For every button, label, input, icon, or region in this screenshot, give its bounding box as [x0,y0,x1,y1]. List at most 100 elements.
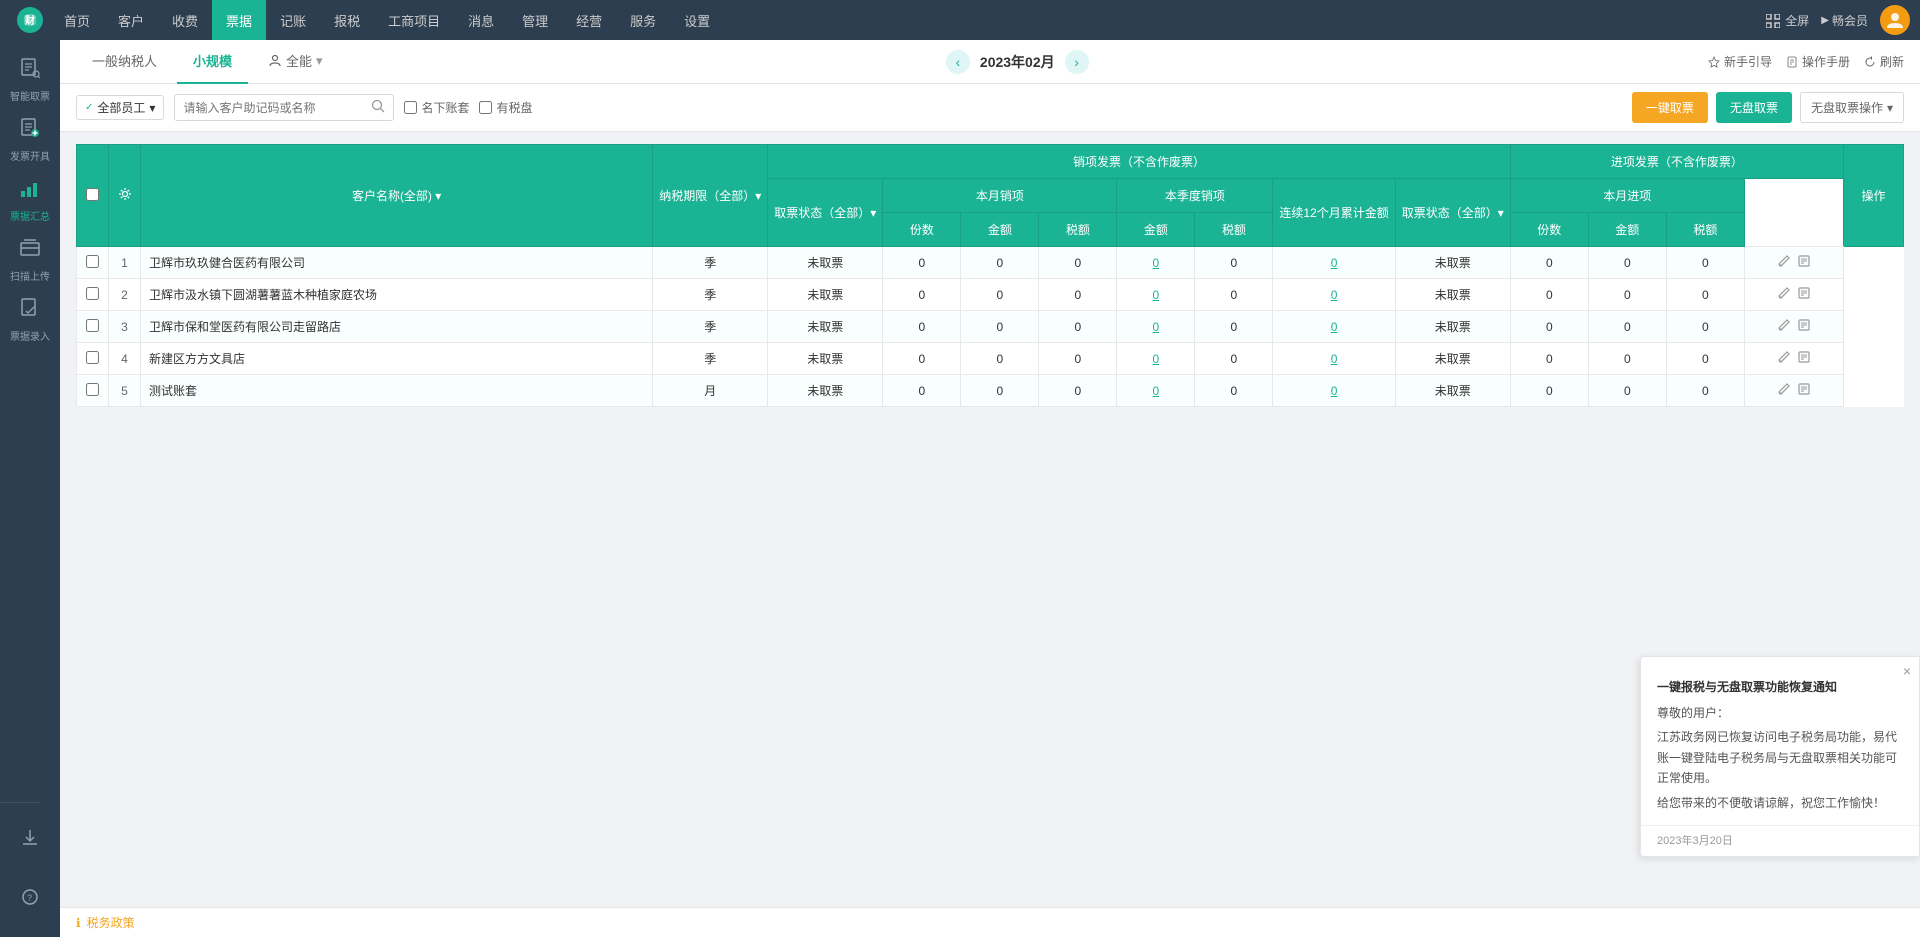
employee-filter[interactable]: ✓ 全部员工 ▾ [76,95,164,120]
row-checkbox-cell [77,343,109,375]
header-customer[interactable]: 客户名称(全部) ▾ [141,145,653,247]
refresh-button[interactable]: 刷新 [1864,53,1904,70]
row-sales-status: 未取票 [768,247,883,279]
row-sales-cumulative: 0 [1273,279,1395,311]
period-prev-button[interactable]: ‹ [946,50,970,74]
mine-checkbox[interactable] [404,101,417,114]
tax-disk-checkbox-label[interactable]: 有税盘 [479,99,532,116]
diskless-op-dropdown[interactable]: 无盘取票操作 ▾ [1800,92,1904,123]
tab-all[interactable]: 全能 ▾ [252,40,339,84]
diskless-fetch-button[interactable]: 无盘取票 [1716,92,1792,123]
notification-panel: × 一键报税与无盘取票功能恢复通知 尊敬的用户： 江苏政务网已恢复访问电子税务局… [1640,656,1920,857]
row-purchase-monthly-tax: 0 [1666,247,1744,279]
row-purchase-monthly-tax: 0 [1666,375,1744,407]
notification-scroll[interactable]: 一键报税与无盘取票功能恢复通知 尊敬的用户： 江苏政务网已恢复访问电子税务局功能… [1641,657,1919,856]
row-checkbox[interactable] [86,255,99,268]
row-number: 1 [109,247,141,279]
row-edit-icon[interactable] [1777,350,1791,367]
nav-settings[interactable]: 设置 [670,0,724,40]
user-avatar[interactable] [1880,5,1910,35]
sidebar-item-scan-upload[interactable]: 扫描上传 [0,230,60,290]
row-sales-monthly-amount: 0 [961,247,1039,279]
row-detail-icon[interactable] [1797,318,1811,335]
tab-small[interactable]: 小规模 [177,40,248,84]
header-sales-fetch-status[interactable]: 取票状态（全部）▾ [768,179,883,247]
issue-invoice-icon [19,117,41,144]
row-edit-icon[interactable] [1777,254,1791,271]
row-detail-icon[interactable] [1797,254,1811,271]
nav-operation[interactable]: 经营 [562,0,616,40]
row-purchase-status: 未取票 [1395,247,1510,279]
sidebar-item-smart-fetch[interactable]: 智能取票 [0,50,60,110]
nav-tax[interactable]: 报税 [320,0,374,40]
sidebar-item-download[interactable] [0,807,60,867]
row-detail-icon[interactable] [1797,382,1811,399]
sidebar-item-data-entry[interactable]: 票据录入 [0,290,60,350]
row-sales-cumulative: 0 [1273,247,1395,279]
fullscreen-button[interactable]: 全屏 [1766,12,1809,29]
search-input[interactable] [175,97,363,119]
row-detail-icon[interactable] [1797,286,1811,303]
nav-business[interactable]: 工商项目 [374,0,454,40]
mine-checkbox-label[interactable]: 名下账套 [404,99,469,116]
nav-service[interactable]: 服务 [616,0,670,40]
row-checkbox[interactable] [86,383,99,396]
row-detail-icon[interactable] [1797,350,1811,367]
top-navigation: 财 首页 客户 收费 票据 记账 报税 工商项目 消息 管理 经营 服务 设置 … [0,0,1920,40]
row-sales-cumulative: 0 [1273,375,1395,407]
row-purchase-monthly-count: 0 [1510,279,1588,311]
tax-policy-link[interactable]: 税务政策 [87,914,135,931]
sidebar-item-issue-invoice[interactable]: 发票开具 [0,110,60,170]
header-sales-monthly-tax: 税额 [1039,213,1117,247]
one-click-fetch-button[interactable]: 一键取票 [1632,92,1708,123]
manual-button[interactable]: 操作手册 [1786,53,1850,70]
nav-right-area: 全屏 ▶ 畅会员 [1766,5,1910,35]
row-tax-period: 月 [653,375,768,407]
row-actions [1744,311,1843,343]
nav-management[interactable]: 管理 [508,0,562,40]
row-checkbox-cell [77,375,109,407]
nav-bookkeeping[interactable]: 记账 [266,0,320,40]
row-purchase-monthly-tax: 0 [1666,343,1744,375]
search-button[interactable] [363,95,393,120]
svg-text:?: ? [27,893,32,903]
nav-items: 首页 客户 收费 票据 记账 报税 工商项目 消息 管理 经营 服务 设置 [50,0,1766,40]
invoice-table-wrap: 客户名称(全部) ▾ 纳税期限（全部）▾ 销项发票（不含作废票） 进项发票（不含… [60,132,1920,419]
row-checkbox[interactable] [86,287,99,300]
tab-general[interactable]: 一般纳税人 [76,40,173,84]
guide-button[interactable]: 新手引导 [1708,53,1772,70]
row-sales-monthly-count: 0 [883,247,961,279]
row-purchase-status: 未取票 [1395,343,1510,375]
row-edit-icon[interactable] [1777,286,1791,303]
nav-message[interactable]: 消息 [454,0,508,40]
row-checkbox[interactable] [86,319,99,332]
header-tax-period[interactable]: 纳税期限（全部）▾ [653,145,768,247]
vip-button[interactable]: ▶ 畅会员 [1821,12,1868,29]
nav-invoice[interactable]: 票据 [212,0,266,40]
select-all-checkbox[interactable] [86,188,99,201]
row-purchase-status: 未取票 [1395,279,1510,311]
notification-close-button[interactable]: × [1903,663,1911,679]
row-edit-icon[interactable] [1777,382,1791,399]
toolbar-actions: 一键取票 无盘取票 无盘取票操作 ▾ [1632,92,1904,123]
nav-collection[interactable]: 收费 [158,0,212,40]
row-number: 2 [109,279,141,311]
app-logo[interactable]: 财 [10,0,50,40]
row-checkbox[interactable] [86,351,99,364]
header-purchase-fetch-status[interactable]: 取票状态（全部）▾ [1395,179,1510,247]
nav-home[interactable]: 首页 [50,0,104,40]
row-sales-quarterly-tax: 0 [1195,279,1273,311]
nav-customer[interactable]: 客户 [104,0,158,40]
sidebar-label-issue-invoice: 发票开具 [10,148,50,163]
row-sales-status: 未取票 [768,375,883,407]
row-edit-icon[interactable] [1777,318,1791,335]
header-purchase-group: 进项发票（不含作废票） [1510,145,1843,179]
period-next-button[interactable]: › [1065,50,1089,74]
sidebar-item-invoice-summary[interactable]: 票据汇总 [0,170,60,230]
table-row: 5 测试账套 月 未取票 0 0 0 0 0 0 未取票 0 0 0 [77,375,1904,407]
invoice-table: 客户名称(全部) ▾ 纳税期限（全部）▾ 销项发票（不含作废票） 进项发票（不含… [76,144,1904,407]
row-actions [1744,279,1843,311]
sidebar-item-help[interactable]: ? [0,867,60,927]
svg-text:财: 财 [24,14,35,27]
tax-disk-checkbox[interactable] [479,101,492,114]
